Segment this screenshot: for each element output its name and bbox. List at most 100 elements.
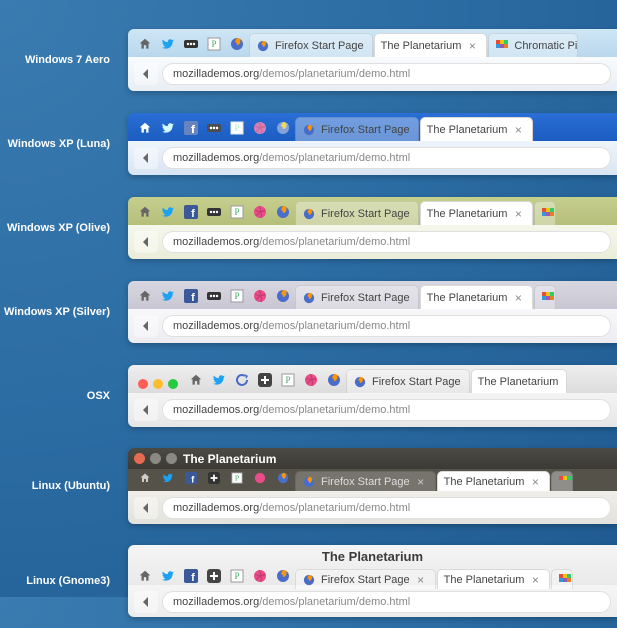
- plus-icon[interactable]: [203, 467, 225, 489]
- firefox-icon[interactable]: [226, 33, 248, 55]
- dribbble-icon[interactable]: [249, 201, 271, 223]
- overflow-icon[interactable]: [180, 33, 202, 55]
- tab-chromatic[interactable]: Chromatic Pi: [488, 33, 578, 57]
- toolbar: mozillademos.org/demos/planetarium/demo.…: [128, 57, 617, 91]
- tab-planetarium[interactable]: The Planetarium ×: [420, 201, 534, 225]
- close-icon[interactable]: ×: [512, 124, 524, 136]
- plus-icon[interactable]: [254, 369, 276, 391]
- close-icon[interactable]: ×: [529, 574, 541, 586]
- dribbble-icon[interactable]: [249, 285, 271, 307]
- url-bar[interactable]: mozillademos.org/demos/planetarium/demo.…: [162, 147, 611, 169]
- pocket-icon[interactable]: P: [226, 201, 248, 223]
- reload-icon[interactable]: [231, 369, 253, 391]
- facebook-icon[interactable]: f: [180, 117, 202, 139]
- home-icon[interactable]: [134, 565, 156, 587]
- twitter-icon[interactable]: [208, 369, 230, 391]
- close-icon[interactable]: ×: [529, 476, 541, 488]
- tab-planetarium[interactable]: The Planetarium ×: [374, 33, 488, 57]
- zoom-window-icon[interactable]: [168, 379, 178, 389]
- close-window-icon[interactable]: [138, 379, 148, 389]
- tab-colors[interactable]: [551, 569, 573, 589]
- pocket-icon[interactable]: P: [203, 33, 225, 55]
- firefox-icon[interactable]: [272, 117, 294, 139]
- minimize-window-icon[interactable]: [153, 379, 163, 389]
- home-icon[interactable]: [134, 33, 156, 55]
- tab-planetarium[interactable]: The Planetarium: [471, 369, 568, 393]
- firefox-icon[interactable]: [272, 285, 294, 307]
- home-icon[interactable]: [134, 117, 156, 139]
- facebook-icon[interactable]: f: [180, 467, 202, 489]
- overflow-icon[interactable]: [203, 201, 225, 223]
- tab-planetarium[interactable]: The Planetarium ×: [420, 285, 534, 309]
- firefox-icon[interactable]: [323, 369, 345, 391]
- twitter-icon[interactable]: [157, 201, 179, 223]
- tab-planetarium[interactable]: The Planetarium ×: [437, 471, 551, 491]
- back-icon[interactable]: [134, 147, 158, 169]
- url-bar[interactable]: mozillademos.org/demos/planetarium/demo.…: [162, 399, 611, 421]
- home-icon[interactable]: [134, 285, 156, 307]
- browser-window-ubuntu: The Planetarium f P Firefox Start Page ×: [128, 448, 617, 524]
- facebook-icon[interactable]: f: [180, 201, 202, 223]
- tab-firefox-start[interactable]: Firefox Start Page: [346, 369, 470, 393]
- twitter-icon[interactable]: [157, 565, 179, 587]
- back-icon[interactable]: [134, 231, 158, 253]
- dribbble-icon[interactable]: [300, 369, 322, 391]
- tab-planetarium[interactable]: The Planetarium ×: [437, 569, 551, 589]
- twitter-icon[interactable]: [157, 117, 179, 139]
- tab-colors[interactable]: [534, 285, 556, 309]
- url-bar[interactable]: mozillademos.org/demos/planetarium/demo.…: [162, 497, 611, 519]
- overflow-icon[interactable]: [203, 285, 225, 307]
- home-icon[interactable]: [134, 201, 156, 223]
- close-icon[interactable]: ×: [466, 40, 478, 52]
- pocket-icon[interactable]: P: [226, 467, 248, 489]
- colors-icon: [541, 207, 555, 221]
- back-icon[interactable]: [134, 591, 158, 613]
- tab-colors[interactable]: [551, 471, 573, 491]
- minimize-window-icon[interactable]: [150, 453, 161, 464]
- twitter-icon[interactable]: [157, 33, 179, 55]
- home-icon[interactable]: [134, 467, 156, 489]
- firefox-icon[interactable]: [272, 201, 294, 223]
- url-domain: mozillademos.org: [173, 152, 259, 164]
- dribbble-icon[interactable]: [249, 565, 271, 587]
- facebook-icon[interactable]: f: [180, 285, 202, 307]
- close-icon[interactable]: ×: [415, 476, 427, 488]
- tab-firefox-start[interactable]: Firefox Start Page ×: [295, 471, 436, 491]
- close-icon[interactable]: ×: [512, 292, 524, 304]
- firefox-icon[interactable]: [272, 565, 294, 587]
- tab-colors[interactable]: [534, 201, 556, 225]
- url-path: /demos/planetarium/demo.html: [259, 68, 410, 80]
- twitter-icon[interactable]: [157, 467, 179, 489]
- dribbble-icon[interactable]: [249, 117, 271, 139]
- tab-firefox-start[interactable]: Firefox Start Page: [249, 33, 373, 57]
- back-icon[interactable]: [134, 497, 158, 519]
- tab-firefox-start[interactable]: Firefox Start Page ×: [295, 569, 436, 589]
- dribbble-icon[interactable]: [249, 467, 271, 489]
- close-window-icon[interactable]: [134, 453, 145, 464]
- back-icon[interactable]: [134, 399, 158, 421]
- pocket-icon[interactable]: P: [226, 285, 248, 307]
- maximize-window-icon[interactable]: [166, 453, 177, 464]
- overflow-icon[interactable]: [203, 117, 225, 139]
- url-bar[interactable]: mozillademos.org/demos/planetarium/demo.…: [162, 591, 611, 613]
- firefox-icon[interactable]: [272, 467, 294, 489]
- pocket-icon[interactable]: P: [226, 565, 248, 587]
- close-icon[interactable]: ×: [415, 574, 427, 586]
- close-icon[interactable]: ×: [512, 208, 524, 220]
- tab-firefox-start[interactable]: Firefox Start Page: [295, 117, 419, 141]
- plus-icon[interactable]: [203, 565, 225, 587]
- tab-firefox-start[interactable]: Firefox Start Page: [295, 201, 419, 225]
- url-bar[interactable]: mozillademos.org/demos/planetarium/demo.…: [162, 63, 611, 85]
- tab-planetarium[interactable]: The Planetarium ×: [420, 117, 534, 141]
- back-icon[interactable]: [134, 315, 158, 337]
- tab-firefox-start[interactable]: Firefox Start Page: [295, 285, 419, 309]
- url-bar[interactable]: mozillademos.org/demos/planetarium/demo.…: [162, 315, 611, 337]
- pocket-icon[interactable]: P: [277, 369, 299, 391]
- pocket-icon[interactable]: P: [226, 117, 248, 139]
- twitter-icon[interactable]: [157, 285, 179, 307]
- back-icon[interactable]: [134, 63, 158, 85]
- facebook-icon[interactable]: f: [180, 565, 202, 587]
- url-bar[interactable]: mozillademos.org/demos/planetarium/demo.…: [162, 231, 611, 253]
- url-domain: mozillademos.org: [173, 502, 259, 514]
- home-icon[interactable]: [185, 369, 207, 391]
